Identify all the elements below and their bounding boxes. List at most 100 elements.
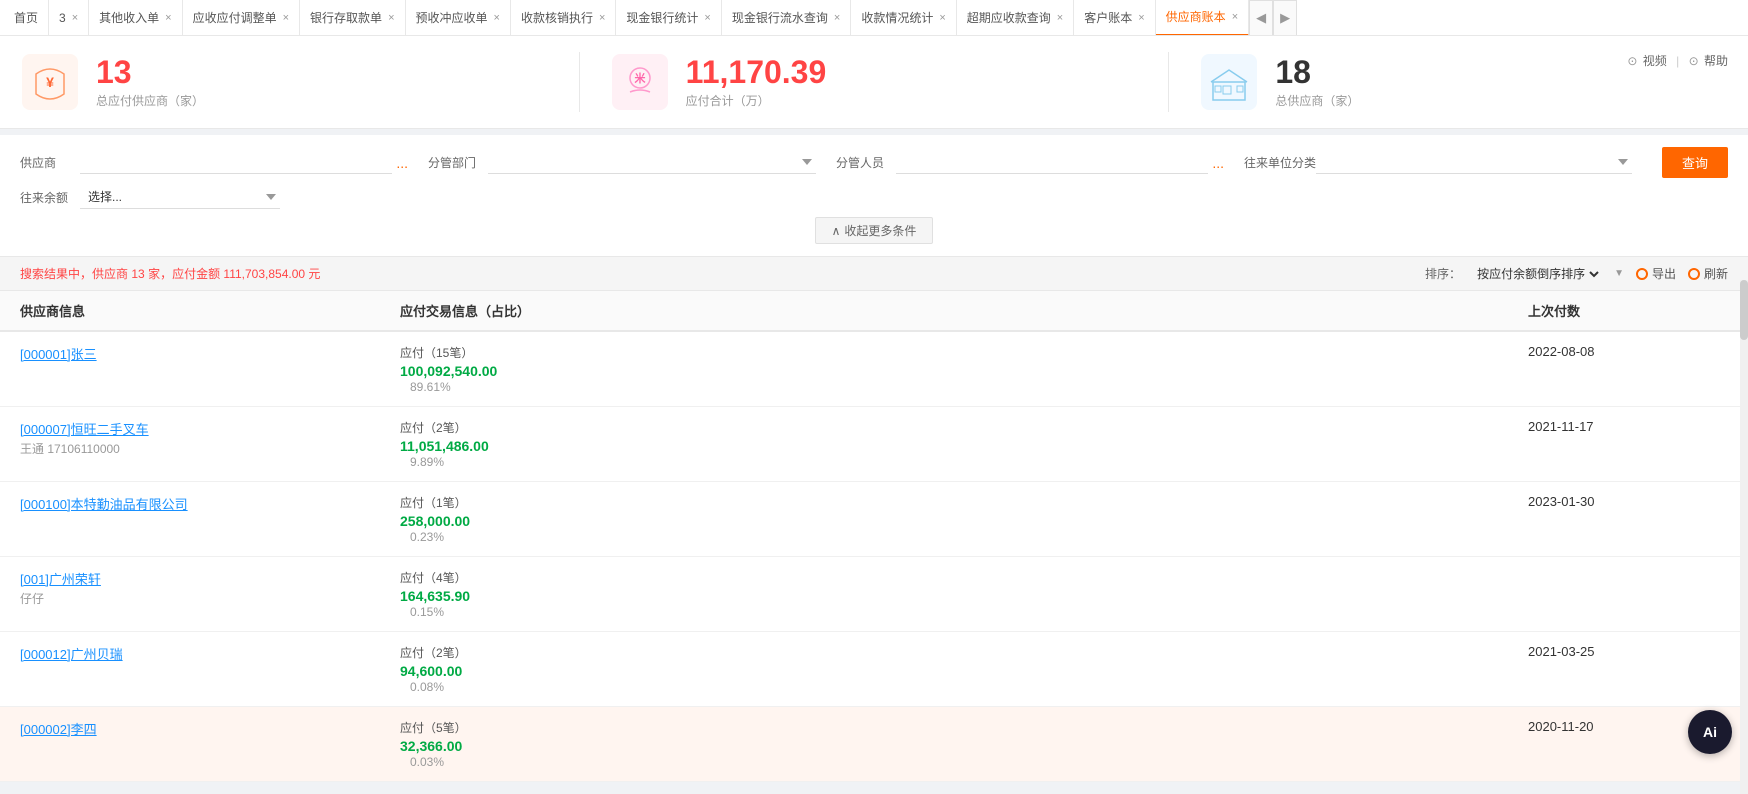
tx-label-5: 应付（2笔） — [400, 646, 467, 660]
supplier-link-5[interactable]: [000012]广州贝瑞 — [20, 644, 400, 663]
table-row[interactable]: [000100]本特勤油品有限公司 应付（1笔） 258,000.00 0.23… — [0, 482, 1748, 557]
tab-adjust[interactable]: 应收应付调整单 × — [183, 0, 300, 36]
results-actions: 排序： 按应付余额倒序排序 ▼ 导出 刷新 — [1425, 265, 1728, 282]
supplier-contact-4: 仔仔 — [20, 590, 400, 607]
table-row[interactable]: [000012]广州贝瑞 应付（2笔） 94,600.00 0.08% 2021… — [0, 632, 1748, 707]
tab-3[interactable]: 3 × — [49, 0, 89, 36]
stat-label-total: 应付合计（万） — [686, 92, 827, 109]
sort-select[interactable]: 按应付余额倒序排序 — [1473, 266, 1602, 282]
tx-amount-6[interactable]: 32,366.00 — [400, 738, 1528, 754]
tab-overdue-close[interactable]: × — [1057, 12, 1063, 24]
tab-cash-stats-close[interactable]: × — [704, 12, 710, 24]
filter-label-dept: 分管部门 — [428, 154, 488, 171]
collapse-label: 收起更多条件 — [844, 222, 916, 239]
lastpay-cell-5: 2021-03-25 — [1528, 644, 1728, 659]
refresh-button[interactable]: 刷新 — [1688, 265, 1728, 282]
tx-amount-3[interactable]: 258,000.00 — [400, 513, 1528, 529]
sort-chevron-icon: ▼ — [1614, 268, 1624, 279]
tab-bank-close[interactable]: × — [388, 12, 394, 24]
stat-label-payable: 总应付供应商（家） — [96, 92, 204, 109]
stat-divider-2 — [1168, 52, 1169, 112]
tab-adjust-close[interactable]: × — [283, 12, 289, 24]
supplier-link-6[interactable]: [000002]李四 — [20, 719, 400, 738]
ai-assistant-button[interactable]: Ai — [1688, 710, 1732, 754]
supplier-cell-3: [000100]本特勤油品有限公司 — [20, 494, 400, 513]
nav-prev-arrow[interactable]: ◀ — [1249, 0, 1273, 36]
stat-text-all-suppliers: 18 总供应商（家） — [1275, 55, 1359, 109]
nav-next-arrow[interactable]: ▶ — [1273, 0, 1297, 36]
tab-supplier-ledger-close[interactable]: × — [1232, 11, 1238, 23]
table-row[interactable]: [000002]李四 应付（5笔） 32,366.00 0.03% 2020-1… — [0, 707, 1748, 782]
tab-precharge-close[interactable]: × — [494, 12, 500, 24]
tx-amount-2[interactable]: 11,051,486.00 — [400, 438, 1528, 454]
filter-dots-person[interactable]: ... — [1212, 155, 1224, 171]
stats-header: ¥ 13 总应付供应商（家） 米 11,170.39 应付合计（万） — [0, 36, 1748, 129]
supplier-cell-4: [001]广州荣轩 仔仔 — [20, 569, 400, 607]
tx-percent-1: 89.61% — [410, 380, 451, 394]
filter-dots-supplier[interactable]: ... — [396, 155, 408, 171]
tab-precharge-label: 预收冲应收单 — [416, 9, 488, 26]
tab-collection-stats-close[interactable]: × — [939, 12, 945, 24]
tab-home[interactable]: 首页 — [4, 0, 49, 36]
tab-other-income[interactable]: 其他收入单 × — [89, 0, 182, 36]
tx-amount-4[interactable]: 164,635.90 — [400, 588, 1528, 604]
tx-label-1: 应付（15笔） — [400, 346, 473, 360]
tx-amount-1[interactable]: 100,092,540.00 — [400, 363, 1528, 379]
filter-select-balance[interactable]: 选择... — [80, 186, 280, 209]
ai-label: Ai — [1703, 724, 1717, 740]
tab-collection-stats[interactable]: 收款情况统计 × — [851, 0, 956, 36]
tab-bank[interactable]: 银行存取款单 × — [300, 0, 405, 36]
link-help[interactable]: 帮助 — [1704, 54, 1728, 68]
tab-customer-ledger-close[interactable]: × — [1138, 12, 1144, 24]
filter-select-dept[interactable] — [488, 151, 816, 174]
supplier-link-3[interactable]: [000100]本特勤油品有限公司 — [20, 494, 400, 513]
stat-icon-payable: ¥ — [20, 52, 80, 112]
filter-item-dept: 分管部门 — [428, 151, 816, 174]
supplier-contact-2: 王通 17106110000 — [20, 440, 400, 457]
tx-label-3: 应付（1笔） — [400, 496, 467, 510]
svg-text:¥: ¥ — [46, 74, 54, 90]
last-pay-date-5: 2021-03-25 — [1528, 644, 1595, 659]
tab-cash-flow[interactable]: 现金银行流水查询 × — [722, 0, 851, 36]
col-header-transaction: 应付交易信息（占比） — [400, 301, 1528, 320]
filter-select-unit[interactable] — [1316, 151, 1632, 174]
tab-precharge[interactable]: 预收冲应收单 × — [406, 0, 511, 36]
supplier-link-1[interactable]: [000001]张三 — [20, 344, 400, 363]
scrollbar-thumb[interactable] — [1740, 280, 1748, 340]
stat-icon-store — [1199, 52, 1259, 112]
svg-text:米: 米 — [633, 71, 646, 85]
query-button[interactable]: 查询 — [1662, 147, 1728, 178]
tab-overdue[interactable]: 超期应收款查询 × — [957, 0, 1074, 36]
tx-label-6: 应付（5笔） — [400, 721, 467, 735]
tab-payment-exec-label: 收款核销执行 — [521, 9, 593, 26]
tab-cash-stats[interactable]: 现金银行统计 × — [616, 0, 721, 36]
tab-3-close[interactable]: × — [72, 12, 78, 24]
export-icon — [1636, 268, 1648, 280]
tab-cash-flow-close[interactable]: × — [834, 12, 840, 24]
supplier-cell-5: [000012]广州贝瑞 — [20, 644, 400, 663]
supplier-link-4[interactable]: [001]广州荣轩 — [20, 569, 400, 588]
tab-adjust-label: 应收应付调整单 — [193, 9, 277, 26]
export-button[interactable]: 导出 — [1636, 265, 1676, 282]
scrollbar-track[interactable] — [1740, 280, 1748, 794]
transaction-cell-6: 应付（5笔） 32,366.00 0.03% — [400, 719, 1528, 769]
table-header: 供应商信息 应付交易信息（占比） 上次付数 — [0, 291, 1748, 332]
tab-payment-exec-close[interactable]: × — [599, 12, 605, 24]
filter-input-person[interactable] — [896, 151, 1208, 174]
tab-supplier-ledger[interactable]: 供应商账本 × — [1156, 0, 1249, 36]
table-row[interactable]: [000007]恒旺二手叉车 王通 17106110000 应付（2笔） 11,… — [0, 407, 1748, 482]
table-row[interactable]: [000001]张三 应付（15笔） 100,092,540.00 89.61%… — [0, 332, 1748, 407]
tx-amount-5[interactable]: 94,600.00 — [400, 663, 1528, 679]
tab-payment-exec[interactable]: 收款核销执行 × — [511, 0, 616, 36]
results-bar: 搜索结果中，供应商 13 家，应付金额 111,703,854.00 元 排序：… — [0, 257, 1748, 291]
table-row[interactable]: [001]广州荣轩 仔仔 应付（4笔） 164,635.90 0.15% — [0, 557, 1748, 632]
tab-customer-ledger[interactable]: 客户账本 × — [1074, 0, 1155, 36]
supplier-link-2[interactable]: [000007]恒旺二手叉车 — [20, 419, 400, 438]
supplier-table: 供应商信息 应付交易信息（占比） 上次付数 [000001]张三 应付（15笔）… — [0, 291, 1748, 782]
filter-input-supplier[interactable] — [80, 151, 392, 174]
link-video[interactable]: 视频 — [1643, 54, 1667, 68]
lastpay-cell-1: 2022-08-08 — [1528, 344, 1728, 359]
collapse-button[interactable]: ∧ 收起更多条件 — [815, 217, 934, 244]
tab-other-income-close[interactable]: × — [165, 12, 171, 24]
tab-cash-stats-label: 现金银行统计 — [626, 9, 698, 26]
